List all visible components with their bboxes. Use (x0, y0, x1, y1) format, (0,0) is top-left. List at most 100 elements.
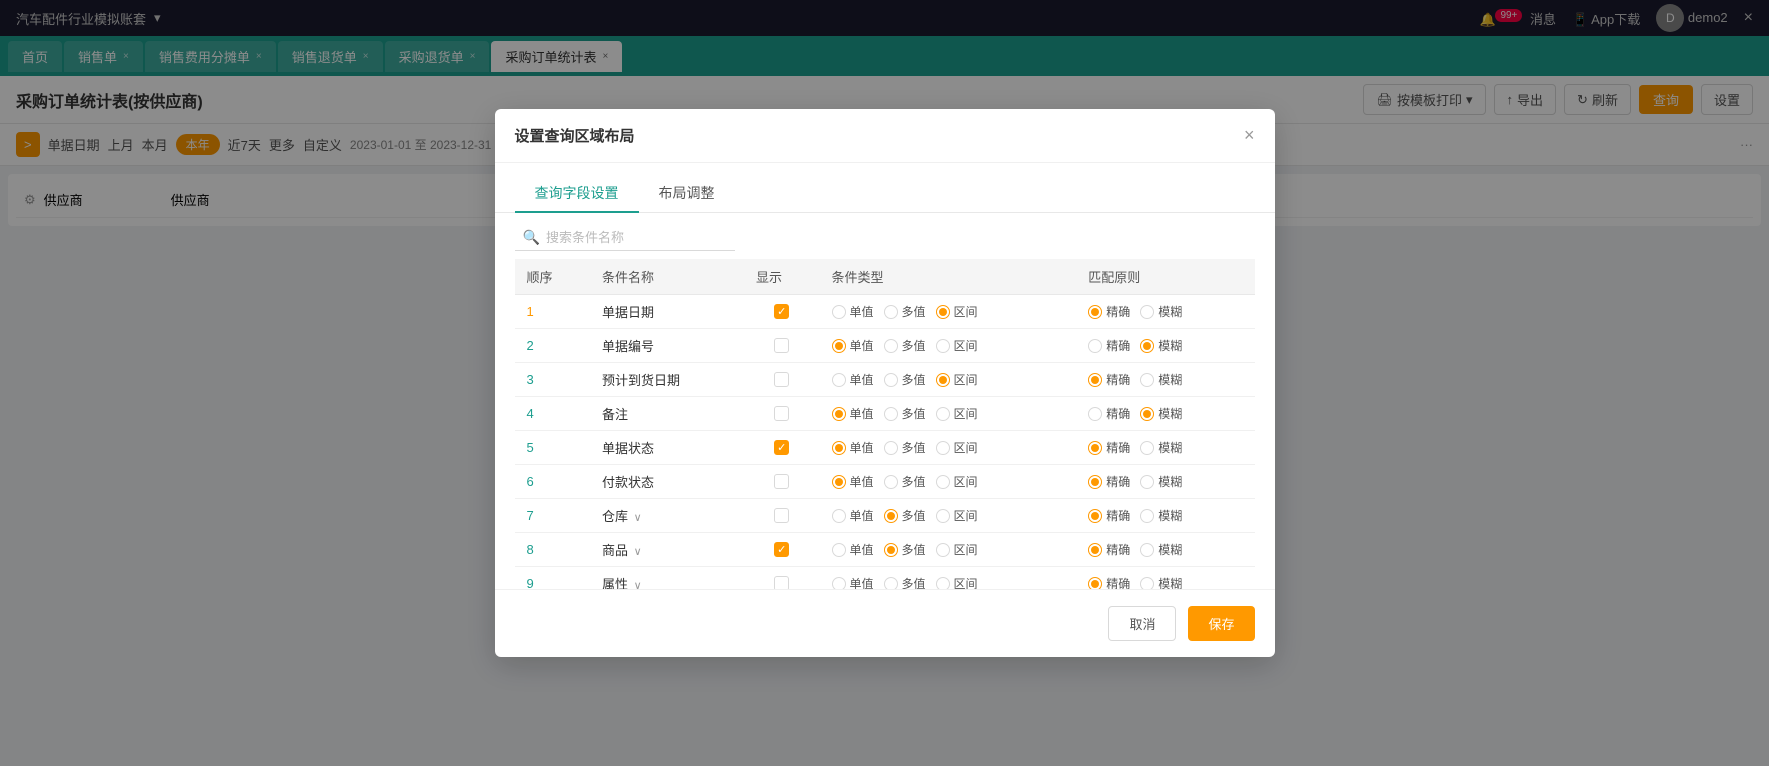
table-row: 3 预计到货日期 单值 多值 (515, 363, 1255, 397)
display-checkbox[interactable] (774, 304, 789, 319)
row-order: 6 (527, 474, 534, 489)
radio-circle (884, 407, 898, 421)
dialog-tab-query[interactable]: 查询字段设置 (515, 175, 639, 213)
row-name: 备注 (590, 397, 744, 431)
radio-circle (832, 509, 846, 523)
dialog-title: 设置查询区域布局 (515, 125, 635, 146)
display-checkbox[interactable] (774, 440, 789, 455)
row-order: 5 (527, 440, 534, 455)
row-name: 付款状态 (590, 465, 744, 499)
type-radio-group: 单值 多值 区间 (832, 439, 1065, 456)
radio-circle (832, 441, 846, 455)
type-radio-multi[interactable]: 多值 (884, 337, 926, 354)
radio-circle (936, 577, 950, 590)
dialog-search-area: 🔍 (495, 213, 1275, 259)
radio-circle (1140, 543, 1154, 557)
display-checkbox[interactable] (774, 576, 789, 589)
match-radio-group: 精确 模糊 (1088, 303, 1242, 320)
radio-circle (1140, 509, 1154, 523)
match-radio-group: 精确 模糊 (1088, 541, 1242, 558)
radio-circle (1140, 407, 1154, 421)
type-radio-group: 单值 多值 区间 (832, 337, 1065, 354)
type-radio-range[interactable]: 区间 (936, 303, 978, 320)
radio-circle (1140, 475, 1154, 489)
radio-circle (884, 373, 898, 387)
radio-circle (832, 543, 846, 557)
display-checkbox[interactable] (774, 338, 789, 353)
radio-circle (1140, 441, 1154, 455)
row-name: 商品 ∨ (590, 533, 744, 567)
col-header-type: 条件类型 (820, 259, 1077, 295)
dialog-tab-layout[interactable]: 布局调整 (639, 175, 735, 213)
col-header-order: 顺序 (515, 259, 591, 295)
radio-circle (1088, 373, 1102, 387)
type-radio-range[interactable]: 区间 (936, 337, 978, 354)
match-radio-group: 精确 模糊 (1088, 473, 1242, 490)
table-row: 6 付款状态 单值 多值 (515, 465, 1255, 499)
type-radio-single[interactable]: 单值 (832, 337, 874, 354)
radio-circle (1088, 339, 1102, 353)
display-checkbox[interactable] (774, 406, 789, 421)
search-input[interactable] (546, 230, 726, 245)
dialog-header: 设置查询区域布局 × (495, 109, 1275, 163)
cancel-button[interactable]: 取消 (1108, 606, 1176, 641)
match-radio-exact[interactable]: 精确 (1088, 303, 1130, 320)
settings-table-scroll: 顺序 条件名称 显示 条件类型 匹配原则 1 单据日期 (495, 259, 1275, 589)
dropdown-arrow-icon: ∨ (634, 546, 642, 558)
radio-circle (884, 475, 898, 489)
match-radio-group: 精确 模糊 (1088, 575, 1242, 589)
radio-circle (832, 577, 846, 590)
radio-circle (936, 339, 950, 353)
radio-circle (884, 305, 898, 319)
table-row: 4 备注 单值 多值 (515, 397, 1255, 431)
type-radio-single[interactable]: 单值 (832, 303, 874, 320)
display-checkbox[interactable] (774, 542, 789, 557)
row-order: 2 (527, 338, 534, 353)
match-radio-exact[interactable]: 精确 (1088, 337, 1130, 354)
row-name: 属性 ∨ (590, 567, 744, 590)
row-order: 4 (527, 406, 534, 421)
display-checkbox[interactable] (774, 474, 789, 489)
type-radio-multi[interactable]: 多值 (884, 303, 926, 320)
dialog-tab-query-label: 查询字段设置 (535, 185, 619, 201)
row-name: 预计到货日期 (590, 363, 744, 397)
type-radio-group: 单值 多值 区间 (832, 371, 1065, 388)
radio-circle (1088, 509, 1102, 523)
dropdown-arrow-icon: ∨ (634, 512, 642, 524)
match-radio-group: 精确 模糊 (1088, 439, 1242, 456)
match-radio-group: 精确 模糊 (1088, 507, 1242, 524)
save-button[interactable]: 保存 (1188, 606, 1254, 641)
radio-circle (1140, 305, 1154, 319)
radio-circle (1088, 407, 1102, 421)
table-row: 1 单据日期 单值 (515, 295, 1255, 329)
radio-circle (1140, 373, 1154, 387)
row-order: 3 (527, 372, 534, 387)
dialog: 设置查询区域布局 × 查询字段设置 布局调整 🔍 顺序 (495, 109, 1275, 657)
dropdown-arrow-icon: ∨ (634, 580, 642, 589)
radio-circle (1088, 543, 1102, 557)
table-row: 8 商品 ∨ 单值 多值 (515, 533, 1255, 567)
overlay: 设置查询区域布局 × 查询字段设置 布局调整 🔍 顺序 (0, 0, 1769, 766)
row-name: 单据状态 (590, 431, 744, 465)
radio-circle (884, 543, 898, 557)
row-name: 单据日期 (590, 295, 744, 329)
dialog-footer: 取消 保存 (495, 589, 1275, 657)
radio-circle (884, 509, 898, 523)
radio-circle (936, 373, 950, 387)
display-checkbox[interactable] (774, 372, 789, 387)
row-order: 8 (527, 542, 534, 557)
radio-circle (936, 407, 950, 421)
col-header-name: 条件名称 (590, 259, 744, 295)
match-radio-fuzzy[interactable]: 模糊 (1140, 337, 1182, 354)
display-checkbox[interactable] (774, 508, 789, 523)
radio-circle (1088, 475, 1102, 489)
match-radio-group: 精确 模糊 (1088, 371, 1242, 388)
row-name: 单据编号 (590, 329, 744, 363)
match-radio-group: 精确 模糊 (1088, 405, 1242, 422)
radio-circle (884, 339, 898, 353)
match-radio-fuzzy[interactable]: 模糊 (1140, 303, 1182, 320)
table-row: 9 属性 ∨ 单值 多值 (515, 567, 1255, 590)
radio-circle (1088, 305, 1102, 319)
radio-circle (1088, 441, 1102, 455)
dialog-close-button[interactable]: × (1244, 125, 1255, 146)
